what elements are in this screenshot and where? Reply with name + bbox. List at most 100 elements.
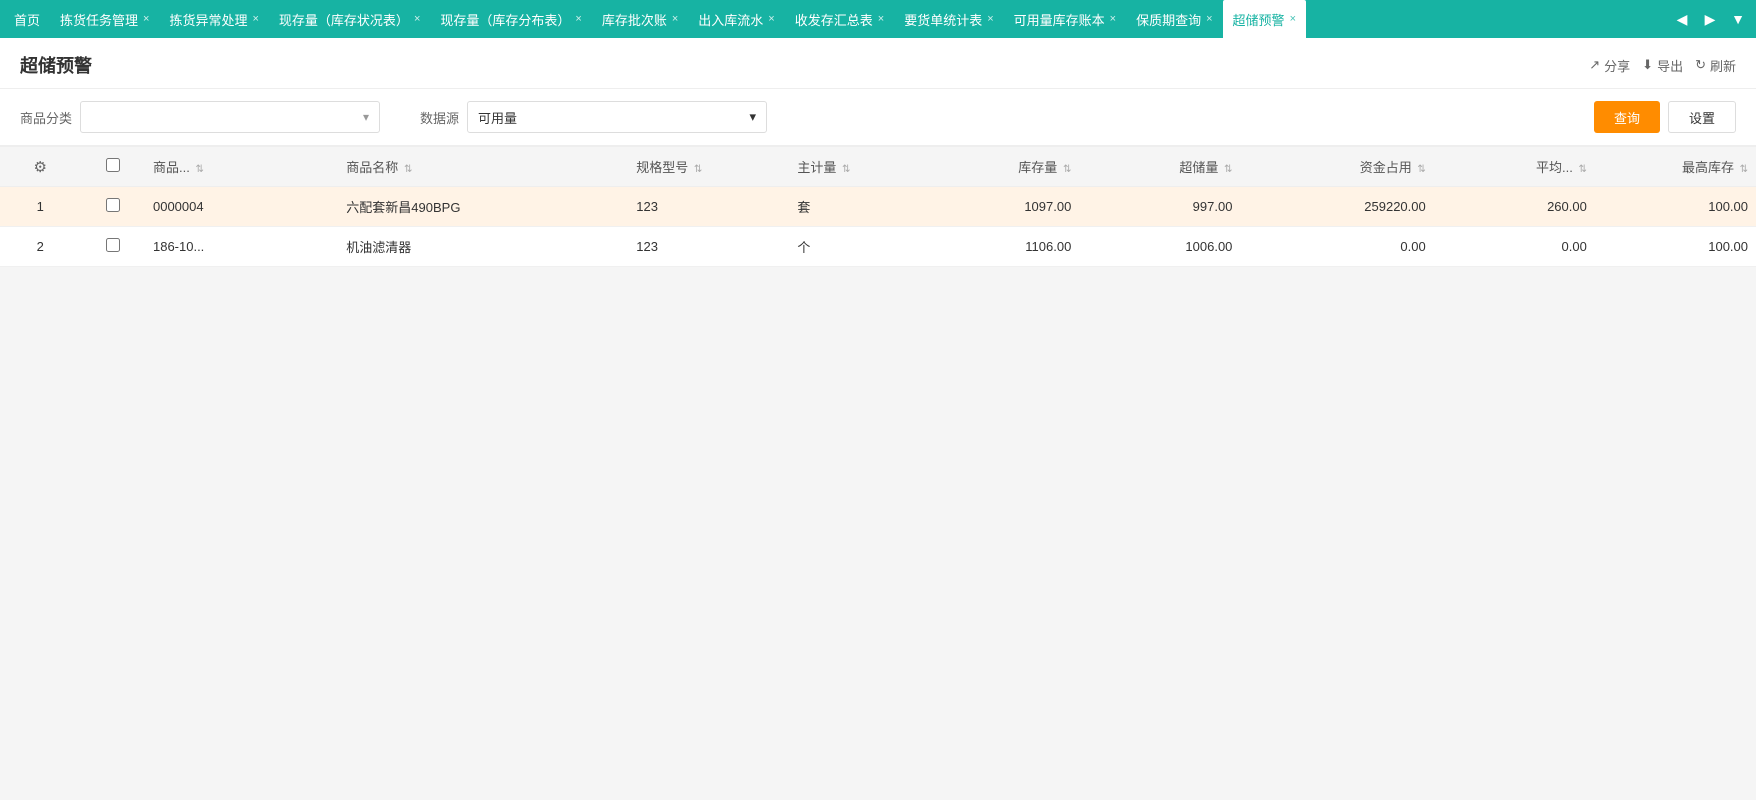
sort-icon: ⇅ xyxy=(1063,164,1071,175)
nav-arrows: ◀ ▶ ▼ xyxy=(1668,0,1752,38)
select-all-checkbox[interactable] xyxy=(106,158,120,172)
sort-icon: ⇅ xyxy=(404,164,412,175)
col-code-header[interactable]: 商品... ⇅ xyxy=(145,147,338,187)
row-over: 1006.00 xyxy=(1079,227,1240,267)
close-icon[interactable]: × xyxy=(878,13,884,25)
sort-icon: ⇅ xyxy=(694,164,702,175)
category-select[interactable]: ▾ xyxy=(80,101,380,133)
close-icon[interactable]: × xyxy=(768,13,774,25)
filter-area: 商品分类 ▾ 数据源 可用量 ▾ 查询 设置 xyxy=(0,89,1756,146)
row-avg: 0.00 xyxy=(1434,227,1595,267)
col-spec-header[interactable]: 规格型号 ⇅ xyxy=(628,147,789,187)
nav-bar: 首页 拣货任务管理 × 拣货异常处理 × 现存量（库存状况表） × 现存量（库存… xyxy=(0,0,1756,38)
nav-item-home[interactable]: 首页 xyxy=(4,0,50,38)
nav-item-summary[interactable]: 收发存汇总表 × xyxy=(785,0,894,38)
sort-icon: ⇅ xyxy=(195,164,203,175)
filter-actions: 查询 设置 xyxy=(1594,101,1736,133)
row-code: 186-10... xyxy=(145,227,338,267)
row-checkbox-cell xyxy=(81,187,145,227)
sort-icon: ⇅ xyxy=(842,164,850,175)
row-capital: 259220.00 xyxy=(1240,187,1433,227)
category-label: 商品分类 xyxy=(20,108,72,127)
row-num: 2 xyxy=(0,227,81,267)
datasource-select[interactable]: 可用量 ▾ xyxy=(467,101,767,133)
export-button[interactable]: ⬇ 导出 xyxy=(1642,56,1683,75)
row-checkbox-cell xyxy=(81,227,145,267)
close-icon[interactable]: × xyxy=(672,13,678,25)
table-body: 1 0000004 六配套新昌490BPG 123 套 1097.00 997.… xyxy=(0,187,1756,267)
nav-item-order-stats[interactable]: 要货单统计表 × xyxy=(894,0,1003,38)
chevron-down-icon: ▾ xyxy=(363,110,369,124)
export-icon: ⬇ xyxy=(1642,57,1653,73)
row-avg: 260.00 xyxy=(1434,187,1595,227)
page-title: 超储预警 xyxy=(20,52,92,78)
col-name-header[interactable]: 商品名称 ⇅ xyxy=(338,147,628,187)
row-name: 六配套新昌490BPG xyxy=(338,187,628,227)
col-gear-header: ⚙ xyxy=(0,147,81,187)
close-icon[interactable]: × xyxy=(1110,13,1116,25)
share-icon: ↗ xyxy=(1589,57,1600,73)
settings-button[interactable]: 设置 xyxy=(1668,101,1736,133)
col-maxstock-header[interactable]: 最高库存 ⇅ xyxy=(1595,147,1756,187)
row-checkbox[interactable] xyxy=(106,238,120,252)
row-over: 997.00 xyxy=(1079,187,1240,227)
nav-item-abnormal[interactable]: 拣货异常处理 × xyxy=(159,0,268,38)
col-capital-header[interactable]: 资金占用 ⇅ xyxy=(1240,147,1433,187)
row-maxstock: 100.00 xyxy=(1595,187,1756,227)
close-icon[interactable]: × xyxy=(1206,13,1212,25)
sort-icon: ⇅ xyxy=(1740,164,1748,175)
nav-item-expiry[interactable]: 保质期查询 × xyxy=(1126,0,1222,38)
close-icon[interactable]: × xyxy=(1290,13,1296,25)
nav-next-button[interactable]: ▶ xyxy=(1696,0,1724,38)
datasource-label: 数据源 xyxy=(420,108,459,127)
datasource-value: 可用量 xyxy=(478,108,517,127)
row-num: 1 xyxy=(0,187,81,227)
sort-icon: ⇅ xyxy=(1224,164,1232,175)
row-unit: 个 xyxy=(789,227,918,267)
col-avg-header[interactable]: 平均... ⇅ xyxy=(1434,147,1595,187)
nav-item-batch[interactable]: 库存批次账 × xyxy=(592,0,688,38)
table-header-row: ⚙ 商品... ⇅ 商品名称 ⇅ 规格型号 ⇅ 主计量 xyxy=(0,147,1756,187)
refresh-button[interactable]: ↻ 刷新 xyxy=(1695,56,1736,75)
sort-icon: ⇅ xyxy=(1578,164,1586,175)
table-row: 1 0000004 六配套新昌490BPG 123 套 1097.00 997.… xyxy=(0,187,1756,227)
row-capital: 0.00 xyxy=(1240,227,1433,267)
nav-prev-button[interactable]: ◀ xyxy=(1668,0,1696,38)
row-name: 机油滤清器 xyxy=(338,227,628,267)
nav-item-task[interactable]: 拣货任务管理 × xyxy=(50,0,159,38)
col-checkbox-header xyxy=(81,147,145,187)
row-unit: 套 xyxy=(789,187,918,227)
page-header: 超储预警 ↗ 分享 ⬇ 导出 ↻ 刷新 xyxy=(0,38,1756,89)
table-area: ⚙ 商品... ⇅ 商品名称 ⇅ 规格型号 ⇅ 主计量 xyxy=(0,146,1756,267)
nav-item-stock-status[interactable]: 现存量（库存状况表） × xyxy=(269,0,430,38)
nav-item-inout[interactable]: 出入库流水 × xyxy=(688,0,784,38)
close-icon[interactable]: × xyxy=(414,13,420,25)
share-button[interactable]: ↗ 分享 xyxy=(1589,56,1630,75)
close-icon[interactable]: × xyxy=(252,13,258,25)
row-code: 0000004 xyxy=(145,187,338,227)
nav-item-available[interactable]: 可用量库存账本 × xyxy=(1004,0,1126,38)
nav-item-overstock[interactable]: 超储预警 × xyxy=(1223,0,1306,38)
header-actions: ↗ 分享 ⬇ 导出 ↻ 刷新 xyxy=(1589,56,1736,75)
col-stock-header[interactable]: 库存量 ⇅ xyxy=(918,147,1079,187)
col-over-header[interactable]: 超储量 ⇅ xyxy=(1079,147,1240,187)
refresh-icon: ↻ xyxy=(1695,57,1706,73)
nav-more-button[interactable]: ▼ xyxy=(1724,0,1752,38)
close-icon[interactable]: × xyxy=(143,13,149,25)
category-filter: 商品分类 ▾ xyxy=(20,101,380,133)
nav-item-stock-dist[interactable]: 现存量（库存分布表） × xyxy=(430,0,591,38)
row-spec: 123 xyxy=(628,187,789,227)
data-table: ⚙ 商品... ⇅ 商品名称 ⇅ 规格型号 ⇅ 主计量 xyxy=(0,146,1756,267)
col-unit-header[interactable]: 主计量 ⇅ xyxy=(789,147,918,187)
table-row: 2 186-10... 机油滤清器 123 个 1106.00 1006.00 … xyxy=(0,227,1756,267)
row-maxstock: 100.00 xyxy=(1595,227,1756,267)
close-icon[interactable]: × xyxy=(575,13,581,25)
row-stock: 1097.00 xyxy=(918,187,1079,227)
row-checkbox[interactable] xyxy=(106,198,120,212)
row-stock: 1106.00 xyxy=(918,227,1079,267)
query-button[interactable]: 查询 xyxy=(1594,101,1660,133)
row-spec: 123 xyxy=(628,227,789,267)
chevron-down-icon: ▾ xyxy=(750,109,757,125)
close-icon[interactable]: × xyxy=(987,13,993,25)
gear-icon[interactable]: ⚙ xyxy=(34,159,47,176)
